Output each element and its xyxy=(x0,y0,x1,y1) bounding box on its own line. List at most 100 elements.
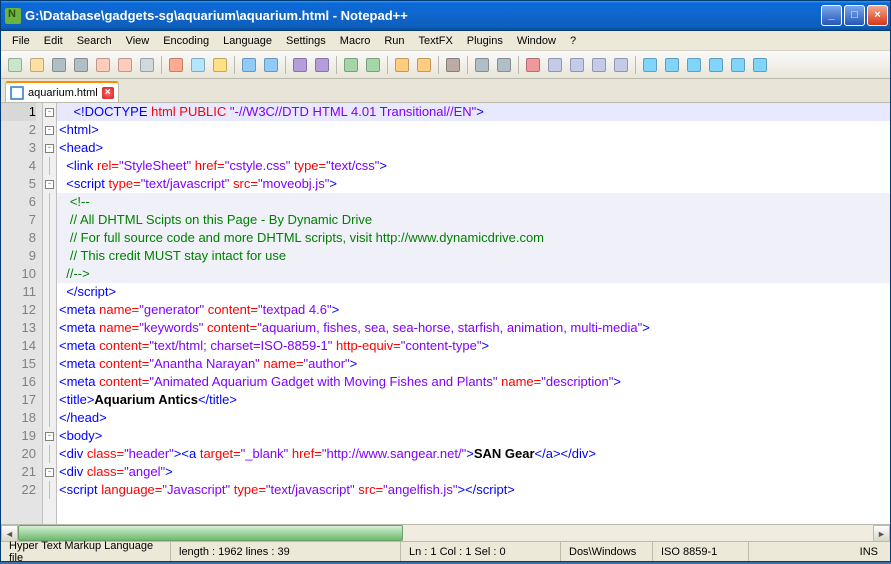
code-line[interactable]: <html> xyxy=(57,121,890,139)
code-line[interactable]: <body> xyxy=(57,427,890,445)
tool2-button[interactable] xyxy=(662,55,682,75)
code-line[interactable]: // For full source code and more DHTML s… xyxy=(57,229,890,247)
menu-view[interactable]: View xyxy=(119,33,157,49)
code-line[interactable]: <div class="angel"> xyxy=(57,463,890,481)
code-line[interactable]: <script language="Javascript" type="text… xyxy=(57,481,890,499)
close-button[interactable]: × xyxy=(867,5,888,26)
fold-cell[interactable]: - xyxy=(43,427,56,445)
fold-cell xyxy=(43,247,56,265)
save-macro-button[interactable] xyxy=(611,55,631,75)
undo-button[interactable] xyxy=(239,55,259,75)
code-line[interactable]: <script type="text/javascript" src="move… xyxy=(57,175,890,193)
menu-help[interactable]: ? xyxy=(563,33,583,49)
fold-column[interactable]: ------ xyxy=(43,103,57,524)
menu-edit[interactable]: Edit xyxy=(37,33,70,49)
show-chars-button[interactable] xyxy=(472,55,492,75)
cut-icon xyxy=(169,58,183,72)
play-macro-button[interactable] xyxy=(567,55,587,75)
code-line[interactable]: <title>Aquarium Antics</title> xyxy=(57,391,890,409)
code-line[interactable]: // This credit MUST stay intact for use xyxy=(57,247,890,265)
zoom-out-button[interactable] xyxy=(363,55,383,75)
menu-textfx[interactable]: TextFX xyxy=(412,33,460,49)
paste-button[interactable] xyxy=(210,55,230,75)
status-eol: Dos\Windows xyxy=(561,542,653,561)
redo-button[interactable] xyxy=(261,55,281,75)
new-file-button[interactable] xyxy=(5,55,25,75)
zoom-in-button[interactable] xyxy=(341,55,361,75)
sync-v-button[interactable] xyxy=(392,55,412,75)
tool1-button[interactable] xyxy=(640,55,660,75)
fold-cell xyxy=(43,157,56,175)
tool5-button[interactable] xyxy=(728,55,748,75)
tool3-button[interactable] xyxy=(684,55,704,75)
code-line[interactable]: </script> xyxy=(57,283,890,301)
sync-h-button[interactable] xyxy=(414,55,434,75)
scroll-track[interactable] xyxy=(18,525,873,541)
tool4-button[interactable] xyxy=(706,55,726,75)
file-icon xyxy=(10,86,24,100)
code-line[interactable]: //--> xyxy=(57,265,890,283)
sync-v-icon xyxy=(395,58,409,72)
line-number: 11 xyxy=(1,283,36,301)
code-line[interactable]: <meta name="keywords" content="aquarium,… xyxy=(57,319,890,337)
menu-search[interactable]: Search xyxy=(70,33,119,49)
fold-cell[interactable]: - xyxy=(43,139,56,157)
code-line[interactable]: <head> xyxy=(57,139,890,157)
code-pane[interactable]: <!DOCTYPE html PUBLIC "-//W3C//DTD HTML … xyxy=(57,103,890,524)
record-macro-button[interactable] xyxy=(523,55,543,75)
maximize-button[interactable]: □ xyxy=(844,5,865,26)
code-line[interactable]: <!DOCTYPE html PUBLIC "-//W3C//DTD HTML … xyxy=(57,103,890,121)
open-file-button[interactable] xyxy=(27,55,47,75)
save-button[interactable] xyxy=(49,55,69,75)
minimize-button[interactable]: _ xyxy=(821,5,842,26)
wordwrap-button[interactable] xyxy=(443,55,463,75)
file-tab[interactable]: aquarium.html xyxy=(5,81,119,102)
close-button[interactable] xyxy=(93,55,113,75)
menu-plugins[interactable]: Plugins xyxy=(460,33,510,49)
fold-cell[interactable]: - xyxy=(43,175,56,193)
save-all-button[interactable] xyxy=(71,55,91,75)
fold-cell xyxy=(43,445,56,463)
status-length: length : 1962 lines : 39 xyxy=(171,542,401,561)
replace-button[interactable] xyxy=(312,55,332,75)
code-line[interactable]: <meta content="text/html; charset=ISO-88… xyxy=(57,337,890,355)
fold-cell[interactable]: - xyxy=(43,103,56,121)
code-line[interactable]: <meta content="Animated Aquarium Gadget … xyxy=(57,373,890,391)
menu-run[interactable]: Run xyxy=(377,33,411,49)
menu-settings[interactable]: Settings xyxy=(279,33,333,49)
stop-macro-button[interactable] xyxy=(545,55,565,75)
run-multi-button[interactable] xyxy=(589,55,609,75)
indent-guide-button[interactable] xyxy=(494,55,514,75)
menu-file[interactable]: File xyxy=(5,33,37,49)
titlebar[interactable]: G:\Database\gadgets-sg\aquarium\aquarium… xyxy=(1,1,890,31)
cut-button[interactable] xyxy=(166,55,186,75)
tab-close-button[interactable] xyxy=(102,87,114,99)
code-line[interactable]: </head> xyxy=(57,409,890,427)
close-all-button[interactable] xyxy=(115,55,135,75)
fold-cell[interactable]: - xyxy=(43,463,56,481)
code-line[interactable]: // All DHTML Scipts on this Page - By Dy… xyxy=(57,211,890,229)
fold-line-icon xyxy=(49,247,50,265)
indent-guide-icon xyxy=(497,58,511,72)
scroll-right-button[interactable]: ► xyxy=(873,525,890,542)
toolbar-separator xyxy=(467,56,468,74)
find-button[interactable] xyxy=(290,55,310,75)
code-line[interactable]: <meta name="generator" content="textpad … xyxy=(57,301,890,319)
menu-window[interactable]: Window xyxy=(510,33,563,49)
menu-encoding[interactable]: Encoding xyxy=(156,33,216,49)
menu-language[interactable]: Language xyxy=(216,33,279,49)
code-line[interactable]: <meta content="Anantha Narayan" name="au… xyxy=(57,355,890,373)
code-line[interactable]: <link rel="StyleSheet" href="cstyle.css"… xyxy=(57,157,890,175)
menu-macro[interactable]: Macro xyxy=(333,33,378,49)
editor[interactable]: 12345678910111213141516171819202122 ----… xyxy=(1,103,890,524)
code-line[interactable]: <div class="header"><a target="_blank" h… xyxy=(57,445,890,463)
print-button[interactable] xyxy=(137,55,157,75)
copy-button[interactable] xyxy=(188,55,208,75)
fold-cell[interactable]: - xyxy=(43,121,56,139)
horizontal-scrollbar[interactable]: ◄ ► xyxy=(1,524,890,541)
scroll-thumb[interactable] xyxy=(18,525,403,541)
tab-label: aquarium.html xyxy=(28,87,98,99)
tool6-button[interactable] xyxy=(750,55,770,75)
code-line[interactable]: <!-- xyxy=(57,193,890,211)
fold-cell xyxy=(43,337,56,355)
